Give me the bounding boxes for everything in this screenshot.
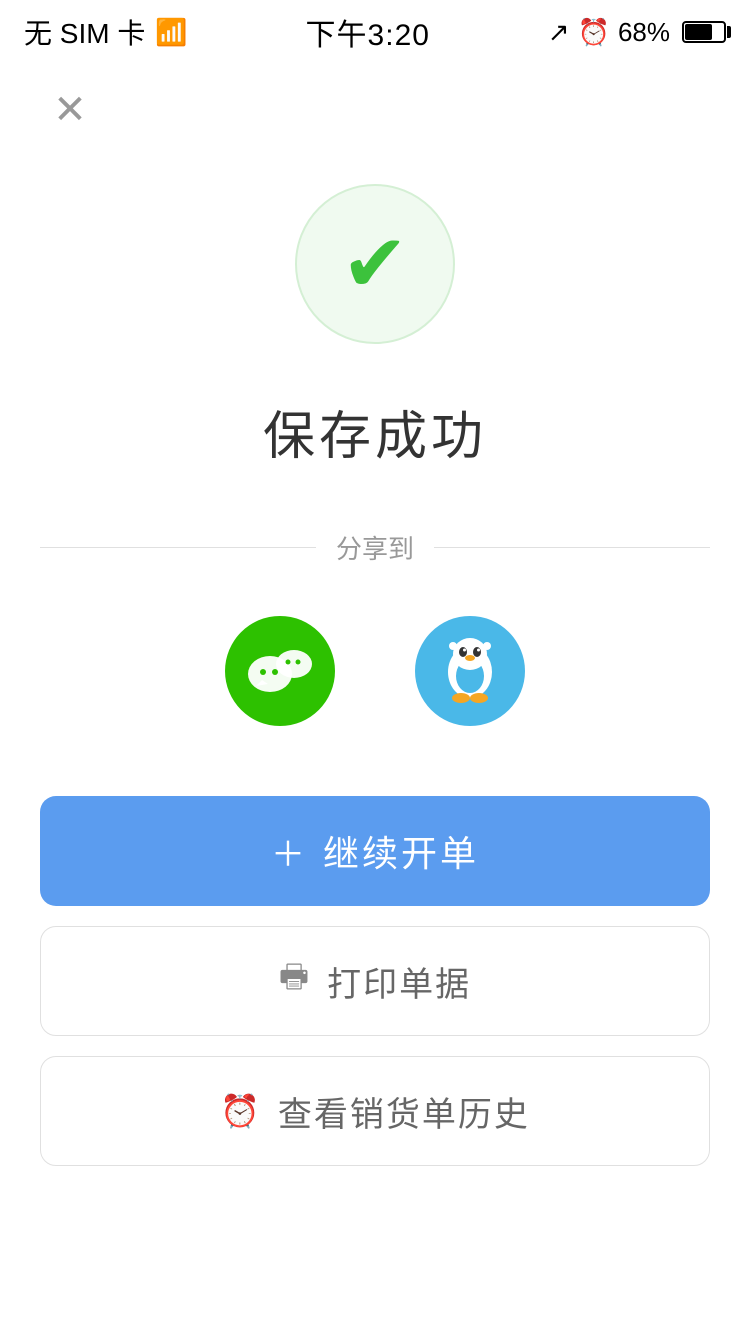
sim-label: 无 SIM 卡 (24, 12, 145, 52)
divider-left (40, 547, 316, 548)
wifi-icon: 📶 (155, 17, 187, 48)
continue-label: 继续开单 (323, 825, 479, 877)
action-buttons: ＋ 继续开单 🖶 打印单据 ⏰ 查看销货单历史 (40, 796, 710, 1166)
history-icon: ⏰ (220, 1092, 262, 1130)
alarm-icon: ⏰ (578, 17, 610, 48)
checkmark-icon: ✔ (341, 224, 408, 304)
share-section: 分享到 (40, 529, 710, 726)
print-icon: 🖶 (279, 954, 311, 1008)
wechat-button[interactable] (225, 616, 335, 726)
qq-icon (439, 636, 501, 706)
status-left: 无 SIM 卡 📶 (24, 12, 188, 52)
main-content: ✔ 保存成功 分享到 (0, 64, 750, 1166)
battery-icon (682, 21, 726, 43)
status-bar: 无 SIM 卡 📶 下午3:20 ↗ ⏰ 68% (0, 0, 750, 64)
history-label: 查看销货单历史 (278, 1087, 530, 1136)
status-time: 下午3:20 (306, 10, 430, 54)
success-title: 保存成功 (263, 394, 487, 469)
qq-button[interactable] (415, 616, 525, 726)
plus-icon: ＋ (271, 827, 307, 876)
print-button[interactable]: 🖶 打印单据 (40, 926, 710, 1036)
close-button[interactable]: ✕ (40, 80, 100, 140)
share-icons (225, 616, 525, 726)
battery-label: 68% (618, 17, 670, 48)
close-icon: ✕ (53, 90, 87, 130)
location-icon: ↗ (548, 17, 570, 48)
wechat-icon (246, 642, 314, 700)
success-circle: ✔ (295, 184, 455, 344)
share-label: 分享到 (336, 529, 414, 566)
history-button[interactable]: ⏰ 查看销货单历史 (40, 1056, 710, 1166)
print-label: 打印单据 (327, 957, 471, 1006)
continue-button[interactable]: ＋ 继续开单 (40, 796, 710, 906)
divider-right (434, 547, 710, 548)
status-right: ↗ ⏰ 68% (548, 17, 726, 48)
share-divider: 分享到 (40, 529, 710, 566)
